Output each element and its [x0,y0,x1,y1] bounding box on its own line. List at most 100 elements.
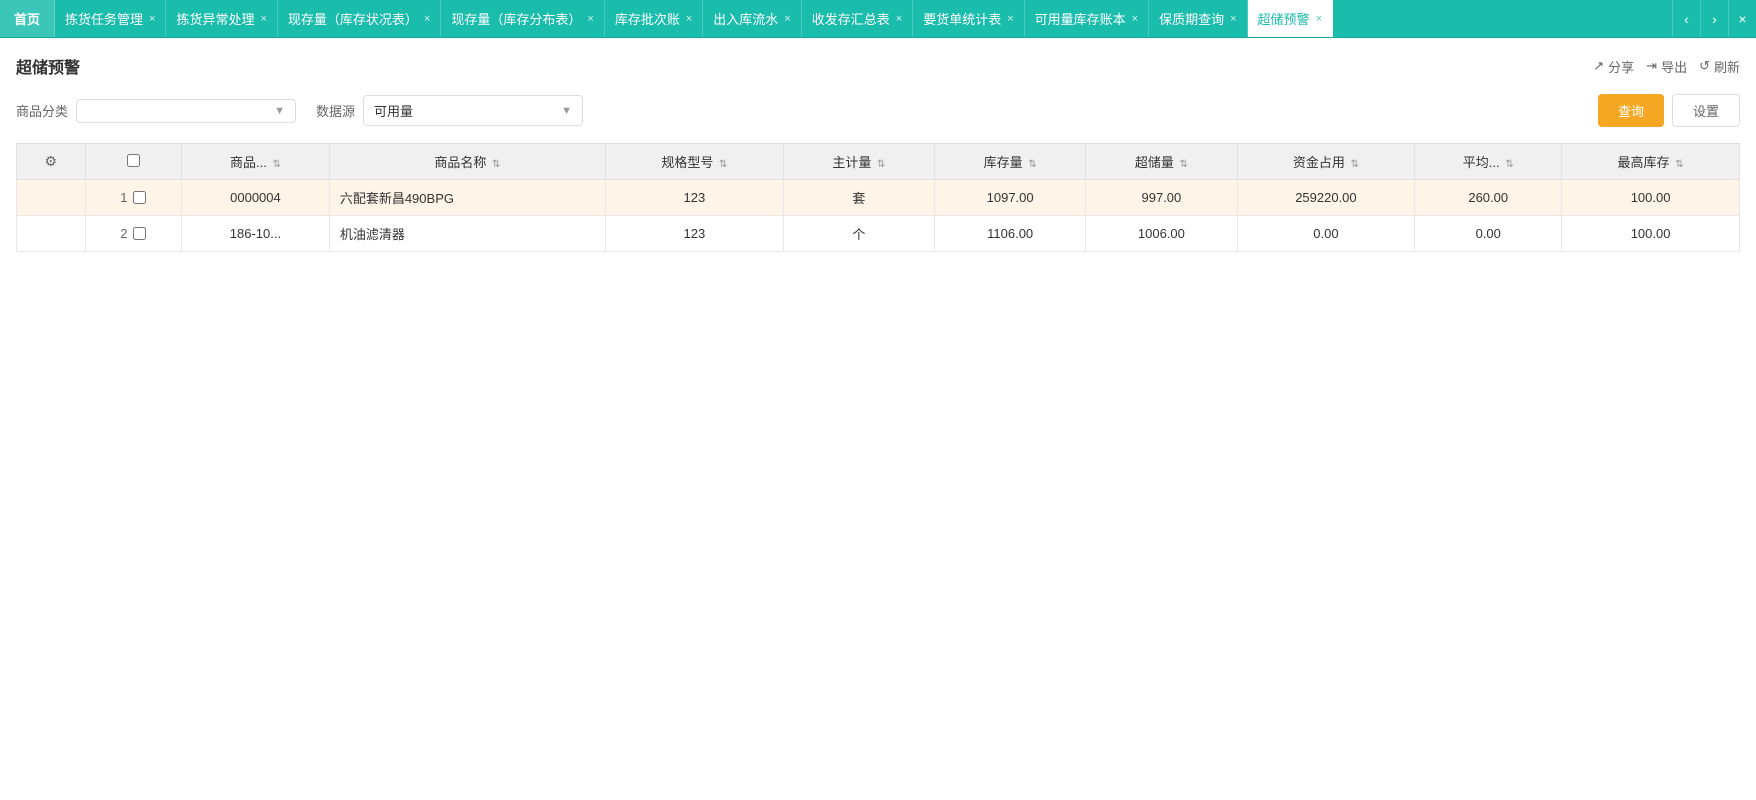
col-maxstock-label: 最高库存 [1618,155,1670,170]
close-tab-7[interactable]: × [1007,13,1013,25]
share-button[interactable]: ↗ 分享 [1593,57,1634,76]
row-checkbox[interactable] [133,227,146,240]
col-maxstock-header[interactable]: 最高库存 ⇅ [1562,144,1740,180]
col-name-label: 商品名称 [434,155,486,170]
export-icon: ⇥ [1646,58,1657,74]
filter-buttons: 查询 设置 [1598,94,1740,127]
row-unit: 个 [783,216,934,252]
row-num: 1 [120,190,127,205]
col-capital-header[interactable]: 资金占用 ⇅ [1237,144,1415,180]
table-header-row: ⚙ 商品... ⇅ 商品名称 ⇅ 规格型号 ⇅ 主计量 [17,144,1740,180]
table-row: 1 0000004 六配套新昌490BPG 123 套 1097.00 997.… [17,180,1740,216]
row-code: 186-10... [182,216,330,252]
row-overstock: 1006.00 [1086,216,1237,252]
datasource-select-value: 可用量 [374,101,553,120]
col-settings: ⚙ [17,144,86,180]
sort-overstock-icon: ⇅ [1180,159,1188,170]
row-stock: 1106.00 [935,216,1086,252]
nav-tab-4[interactable]: 库存批次账 × [605,0,703,37]
col-code-header[interactable]: 商品... ⇅ [182,144,330,180]
row-maxstock: 100.00 [1562,216,1740,252]
settings-button[interactable]: 设置 [1672,94,1740,127]
select-all-checkbox[interactable] [127,154,140,167]
nav-arrow-left[interactable]: ‹ [1672,0,1700,38]
nav-tab-9[interactable]: 保质期查询 × [1149,0,1247,37]
page-content: 超储预警 ↗ 分享 ⇥ 导出 ↺ 刷新 商品分类 ▼ 数据源 [0,38,1756,800]
table-row: 2 186-10... 机油滤清器 123 个 1106.00 1006.00 … [17,216,1740,252]
datasource-label: 数据源 [316,101,355,120]
sort-name-icon: ⇅ [492,159,500,170]
datasource-select[interactable]: 可用量 ▼ [363,95,583,126]
header-actions: ↗ 分享 ⇥ 导出 ↺ 刷新 [1593,57,1740,76]
category-label: 商品分类 [16,101,68,120]
row-checkbox[interactable] [133,191,146,204]
close-tab-10[interactable]: × [1316,13,1322,25]
refresh-button[interactable]: ↺ 刷新 [1699,57,1740,76]
row-capital: 0.00 [1237,216,1415,252]
col-code-label: 商品... [230,155,267,170]
page-header: 超储预警 ↗ 分享 ⇥ 导出 ↺ 刷新 [16,54,1740,78]
close-tab-3[interactable]: × [587,13,593,25]
category-chevron-down-icon: ▼ [274,105,285,117]
row-settings-cell [17,180,86,216]
query-button[interactable]: 查询 [1598,94,1664,127]
col-stock-label: 库存量 [984,155,1023,170]
row-maxstock: 100.00 [1562,180,1740,216]
close-tab-4[interactable]: × [686,13,692,25]
col-name-header[interactable]: 商品名称 ⇅ [329,144,605,180]
row-avg: 0.00 [1415,216,1562,252]
nav-tab-10[interactable]: 超储预警 × [1248,0,1333,37]
sort-code-icon: ⇅ [272,159,280,170]
nav-tab-8[interactable]: 可用量库存账本 × [1025,0,1149,37]
close-tab-0[interactable]: × [149,13,155,25]
close-tab-1[interactable]: × [260,13,266,25]
close-tab-6[interactable]: × [896,13,902,25]
row-spec: 123 [605,216,783,252]
sort-avg-icon: ⇅ [1505,159,1513,170]
row-capital: 259220.00 [1237,180,1415,216]
nav-tab-2[interactable]: 现存量（库存状况表） × [278,0,441,37]
col-checkbox [85,144,182,180]
nav-home[interactable]: 首页 [0,0,55,37]
nav-tab-6[interactable]: 收发存汇总表 × [802,0,913,37]
col-unit-header[interactable]: 主计量 ⇅ [783,144,934,180]
col-overstock-header[interactable]: 超储量 ⇅ [1086,144,1237,180]
close-tab-8[interactable]: × [1132,13,1138,25]
row-name: 六配套新昌490BPG [329,180,605,216]
nav-tab-0[interactable]: 拣货任务管理 × [55,0,166,37]
row-avg: 260.00 [1415,180,1562,216]
nav-tab-7[interactable]: 要货单统计表 × [913,0,1024,37]
col-spec-label: 规格型号 [661,155,713,170]
col-unit-label: 主计量 [832,155,871,170]
row-overstock: 997.00 [1086,180,1237,216]
sort-maxstock-icon: ⇅ [1675,159,1683,170]
row-stock: 1097.00 [935,180,1086,216]
close-tab-9[interactable]: × [1230,13,1236,25]
refresh-icon: ↺ [1699,58,1710,74]
close-tab-2[interactable]: × [424,13,430,25]
nav-tab-3[interactable]: 现存量（库存分布表） × [441,0,604,37]
col-stock-header[interactable]: 库存量 ⇅ [935,144,1086,180]
gear-icon[interactable]: ⚙ [45,153,58,169]
row-spec: 123 [605,180,783,216]
filter-bar: 商品分类 ▼ 数据源 可用量 ▼ 查询 设置 [16,94,1740,127]
datasource-chevron-down-icon: ▼ [561,105,572,117]
row-unit: 套 [783,180,934,216]
nav-arrow-right[interactable]: › [1700,0,1728,38]
col-capital-label: 资金占用 [1293,155,1345,170]
col-avg-label: 平均... [1463,155,1500,170]
nav-arrows: ‹ › × [1672,0,1756,38]
nav-tab-5[interactable]: 出入库流水 × [703,0,801,37]
nav-tab-1[interactable]: 拣货异常处理 × [166,0,277,37]
nav-arrow-close[interactable]: × [1728,0,1756,38]
col-spec-header[interactable]: 规格型号 ⇅ [605,144,783,180]
export-button[interactable]: ⇥ 导出 [1646,57,1687,76]
sort-stock-icon: ⇅ [1028,159,1036,170]
category-select[interactable]: ▼ [76,99,296,123]
close-tab-5[interactable]: × [784,13,790,25]
col-avg-header[interactable]: 平均... ⇅ [1415,144,1562,180]
row-name: 机油滤清器 [329,216,605,252]
data-table: ⚙ 商品... ⇅ 商品名称 ⇅ 规格型号 ⇅ 主计量 [16,143,1740,252]
share-icon: ↗ [1593,58,1604,74]
row-checkbox-cell: 1 [85,180,182,216]
